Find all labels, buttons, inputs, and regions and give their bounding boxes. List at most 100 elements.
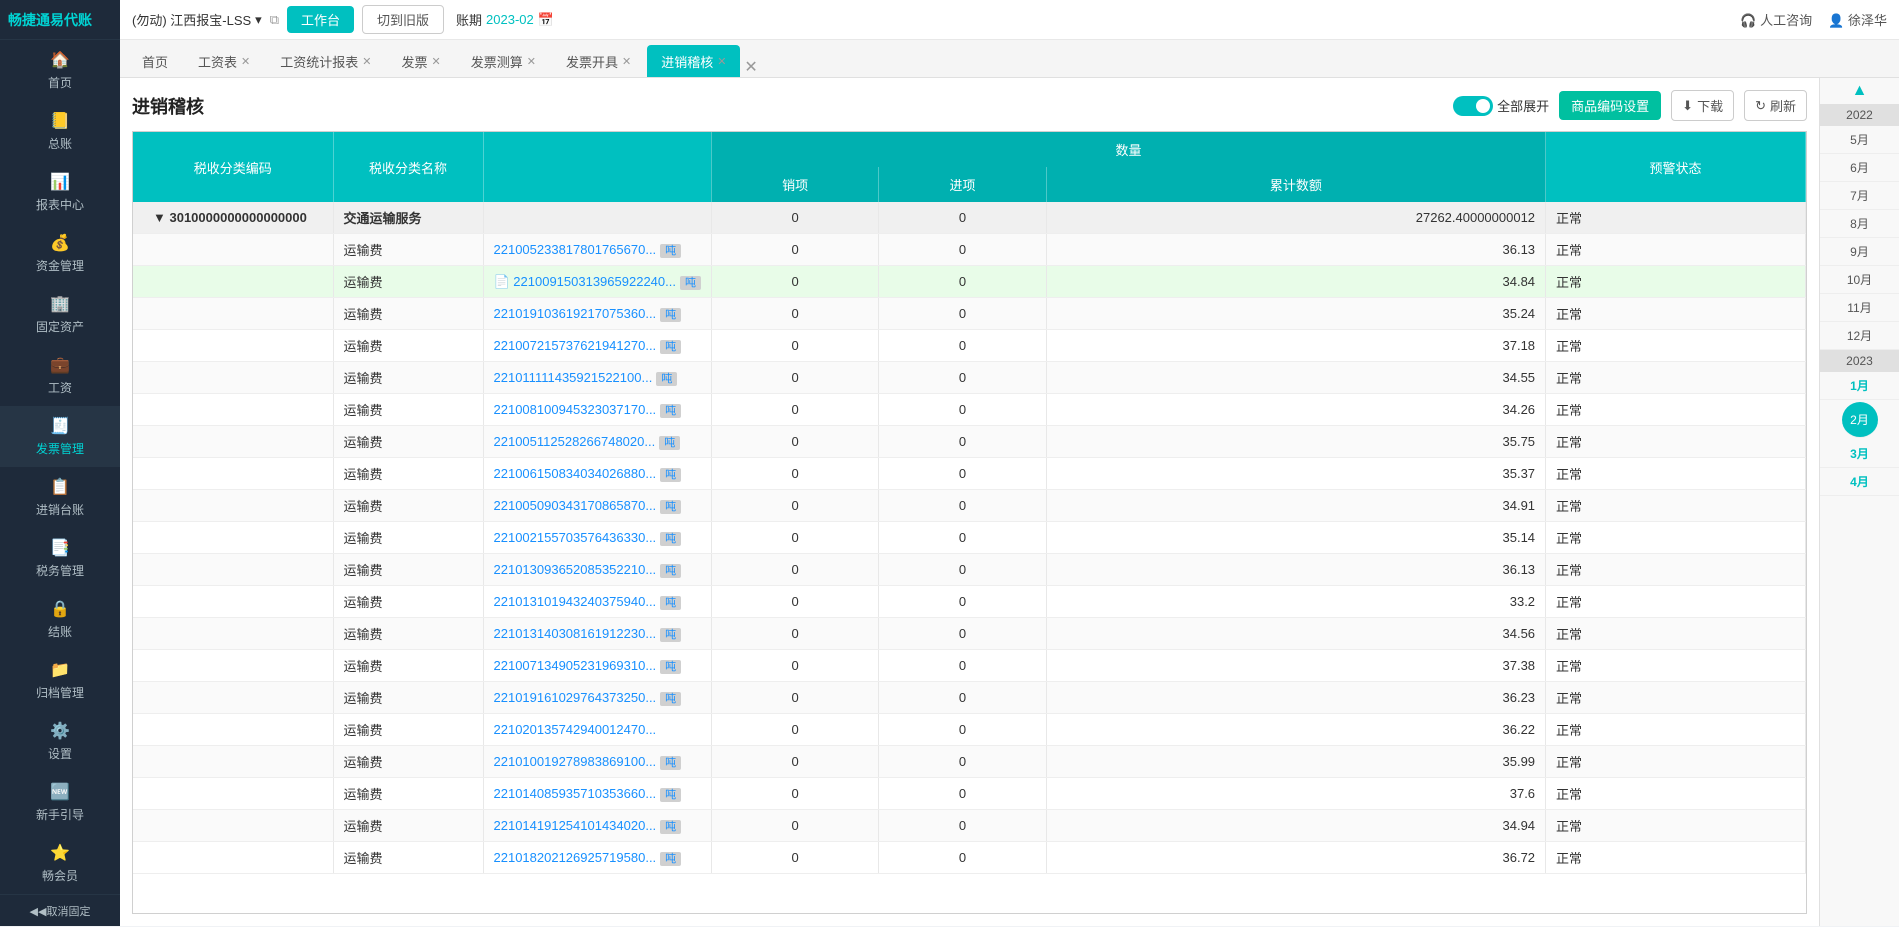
cell-tax-code xyxy=(133,362,333,394)
calendar-icon[interactable]: 📅 xyxy=(538,12,554,28)
table-row[interactable]: 运输费 221006150834034026880...吨 0 0 35.37 … xyxy=(133,458,1806,490)
cal-month-6月[interactable]: 6月 xyxy=(1820,154,1899,182)
sidebar-item-settings[interactable]: ⚙️设置 xyxy=(0,711,120,772)
cell-status: 正常 xyxy=(1546,266,1806,298)
close-tab-invoice-calc[interactable]: ✕ xyxy=(527,55,536,68)
cal-month-2月[interactable]: 2月 xyxy=(1842,402,1878,438)
table-row[interactable]: 运输费 221018202126925719580...吨 0 0 36.72 … xyxy=(133,842,1806,874)
table-row[interactable]: 运输费 221007215737621941270...吨 0 0 37.18 … xyxy=(133,330,1806,362)
sidebar-item-member[interactable]: ⭐畅会员 xyxy=(0,833,120,894)
refresh-button[interactable]: ↻ 刷新 xyxy=(1744,90,1807,121)
table-row[interactable]: 运输费 221007134905231969310...吨 0 0 37.38 … xyxy=(133,650,1806,682)
tab-invoice-open[interactable]: 发票开具 ✕ xyxy=(552,45,645,77)
download-button[interactable]: ⬇ 下载 xyxy=(1671,90,1734,121)
sidebar-item-sales-ledger[interactable]: 📋进销台账 xyxy=(0,467,120,528)
cell-sales: 0 xyxy=(711,202,878,234)
table-row[interactable]: 运输费 📄 221009150313965922240...吨 0 0 34.8… xyxy=(133,266,1806,298)
table-row[interactable]: 运输费 221010019278983869100...吨 0 0 35.99 … xyxy=(133,746,1806,778)
table-row[interactable]: 运输费 221013140308161912230...吨 0 0 34.56 … xyxy=(133,618,1806,650)
table-row[interactable]: 运输费 221005090343170865870...吨 0 0 34.91 … xyxy=(133,490,1806,522)
cal-month-1月[interactable]: 1月 xyxy=(1820,372,1899,400)
switch-version-button[interactable]: 切到旧版 xyxy=(362,5,444,34)
close-tab-salary-table[interactable]: ✕ xyxy=(241,55,250,68)
cell-invoice-no: 221019161029764373250...吨 xyxy=(483,682,711,714)
cal-month-11月[interactable]: 11月 xyxy=(1820,294,1899,322)
table-row[interactable]: 运输费 221014085935710353660...吨 0 0 37.6 正… xyxy=(133,778,1806,810)
cal-month-9月[interactable]: 9月 xyxy=(1820,238,1899,266)
cell-tax-code xyxy=(133,522,333,554)
th-invoice xyxy=(483,132,711,202)
cal-nav-up[interactable]: ▲ xyxy=(1820,78,1899,104)
cell-tax-code xyxy=(133,490,333,522)
sidebar-item-archive[interactable]: 📁归档管理 xyxy=(0,650,120,711)
cal-month-10月[interactable]: 10月 xyxy=(1820,266,1899,294)
sidebar-item-home[interactable]: 🏠首页 xyxy=(0,40,120,101)
support-link[interactable]: 🎧 人工咨询 xyxy=(1740,10,1812,29)
table-row[interactable]: 运输费 221008100945323037170...吨 0 0 34.26 … xyxy=(133,394,1806,426)
unpin-sidebar[interactable]: ◀◀ 取消固定 xyxy=(0,894,120,927)
tab-salary-table[interactable]: 工资表✕ xyxy=(184,45,264,77)
sidebar-item-closing[interactable]: 🔒结账 xyxy=(0,589,120,650)
cal-month-3月[interactable]: 3月 xyxy=(1820,440,1899,468)
table-row[interactable]: 运输费 221019161029764373250...吨 0 0 36.23 … xyxy=(133,682,1806,714)
cell-tax-name: 运输费 xyxy=(333,682,483,714)
cal-month-7月[interactable]: 7月 xyxy=(1820,182,1899,210)
close-tab-invoice-open[interactable]: ✕ xyxy=(622,55,631,68)
table-row[interactable]: 运输费 221013101943240375940...吨 0 0 33.2 正… xyxy=(133,586,1806,618)
cell-cumulative: 36.13 xyxy=(1046,234,1545,266)
tab-label-invoice-open: 发票开具 xyxy=(566,52,618,71)
worktable-button[interactable]: 工作台 xyxy=(287,6,354,33)
table-row[interactable]: 运输费 221011111435921522100...吨 0 0 34.55 … xyxy=(133,362,1806,394)
tab-salary-stats[interactable]: 工资统计报表✕ xyxy=(266,45,385,77)
cell-cumulative: 34.91 xyxy=(1046,490,1545,522)
table-row[interactable]: 运输费 221002155703576436330...吨 0 0 35.14 … xyxy=(133,522,1806,554)
cal-month-12月[interactable]: 12月 xyxy=(1820,322,1899,350)
cell-purchase: 0 xyxy=(879,810,1046,842)
sidebar-item-capital[interactable]: 💰资金管理 xyxy=(0,223,120,284)
sidebar-item-assets[interactable]: 🏢固定资产 xyxy=(0,284,120,345)
copy-icon[interactable]: ⧉ xyxy=(270,12,279,28)
guide-icon: 🆕 xyxy=(50,782,70,802)
close-tab-salary-stats[interactable]: ✕ xyxy=(362,55,371,68)
table-row[interactable]: 运输费 221019103619217075360...吨 0 0 35.24 … xyxy=(133,298,1806,330)
sidebar-item-salary[interactable]: 💼工资 xyxy=(0,345,120,406)
expand-toggle[interactable]: 全部展开 xyxy=(1453,96,1549,116)
cell-tax-name: 运输费 xyxy=(333,330,483,362)
unit-badge: 吨 xyxy=(660,788,681,802)
tab-invoice[interactable]: 发票✕ xyxy=(387,45,454,77)
sidebar-item-reports[interactable]: 📊报表中心 xyxy=(0,162,120,223)
toggle-switch[interactable] xyxy=(1453,96,1493,116)
cell-purchase: 0 xyxy=(879,714,1046,746)
cal-month-4月[interactable]: 4月 xyxy=(1820,468,1899,496)
table-row[interactable]: 运输费 221005233817801765670...吨 0 0 36.13 … xyxy=(133,234,1806,266)
close-tab-button[interactable]: ✕ xyxy=(744,57,757,77)
close-tab-invoice[interactable]: ✕ xyxy=(432,55,441,68)
tab-sales-check[interactable]: 进销稽核✕ xyxy=(647,45,740,77)
company-selector[interactable]: (勿动) 江西报宝-LSS ▾ xyxy=(132,10,262,29)
table-row[interactable]: ▼ 3010000000000000000 交通运输服务 0 0 27262.4… xyxy=(133,202,1806,234)
table-row[interactable]: 运输费 221020135742940012470... 0 0 36.22 正… xyxy=(133,714,1806,746)
user-profile[interactable]: 👤 徐泽华 xyxy=(1828,10,1887,29)
cell-purchase: 0 xyxy=(879,362,1046,394)
settings-button[interactable]: 商品编码设置 xyxy=(1559,91,1661,120)
cell-sales: 0 xyxy=(711,394,878,426)
cell-sales: 0 xyxy=(711,618,878,650)
cal-month-5月[interactable]: 5月 xyxy=(1820,126,1899,154)
table-row[interactable]: 运输费 221005112528266748020...吨 0 0 35.75 … xyxy=(133,426,1806,458)
cell-tax-code xyxy=(133,394,333,426)
table-row[interactable]: 运输费 221014191254101434020...吨 0 0 34.94 … xyxy=(133,810,1806,842)
sidebar-item-invoice[interactable]: 🧾发票管理 xyxy=(0,406,120,467)
cell-status: 正常 xyxy=(1546,426,1806,458)
sidebar-item-tax[interactable]: 📑税务管理 xyxy=(0,528,120,589)
sidebar-item-ledger[interactable]: 📒总账 xyxy=(0,101,120,162)
close-tab-sales-check[interactable]: ✕ xyxy=(717,55,726,68)
tab-home[interactable]: 首页 xyxy=(128,45,182,77)
sidebar-item-guide[interactable]: 🆕新手引导 xyxy=(0,772,120,833)
table-row[interactable]: 运输费 221013093652085352210...吨 0 0 36.13 … xyxy=(133,554,1806,586)
assets-icon: 🏢 xyxy=(50,294,70,314)
cell-sales: 0 xyxy=(711,458,878,490)
cell-cumulative: 36.23 xyxy=(1046,682,1545,714)
cal-year-2022: 2022 xyxy=(1820,104,1899,126)
tab-invoice-calc[interactable]: 发票测算✕ xyxy=(457,45,550,77)
cal-month-8月[interactable]: 8月 xyxy=(1820,210,1899,238)
